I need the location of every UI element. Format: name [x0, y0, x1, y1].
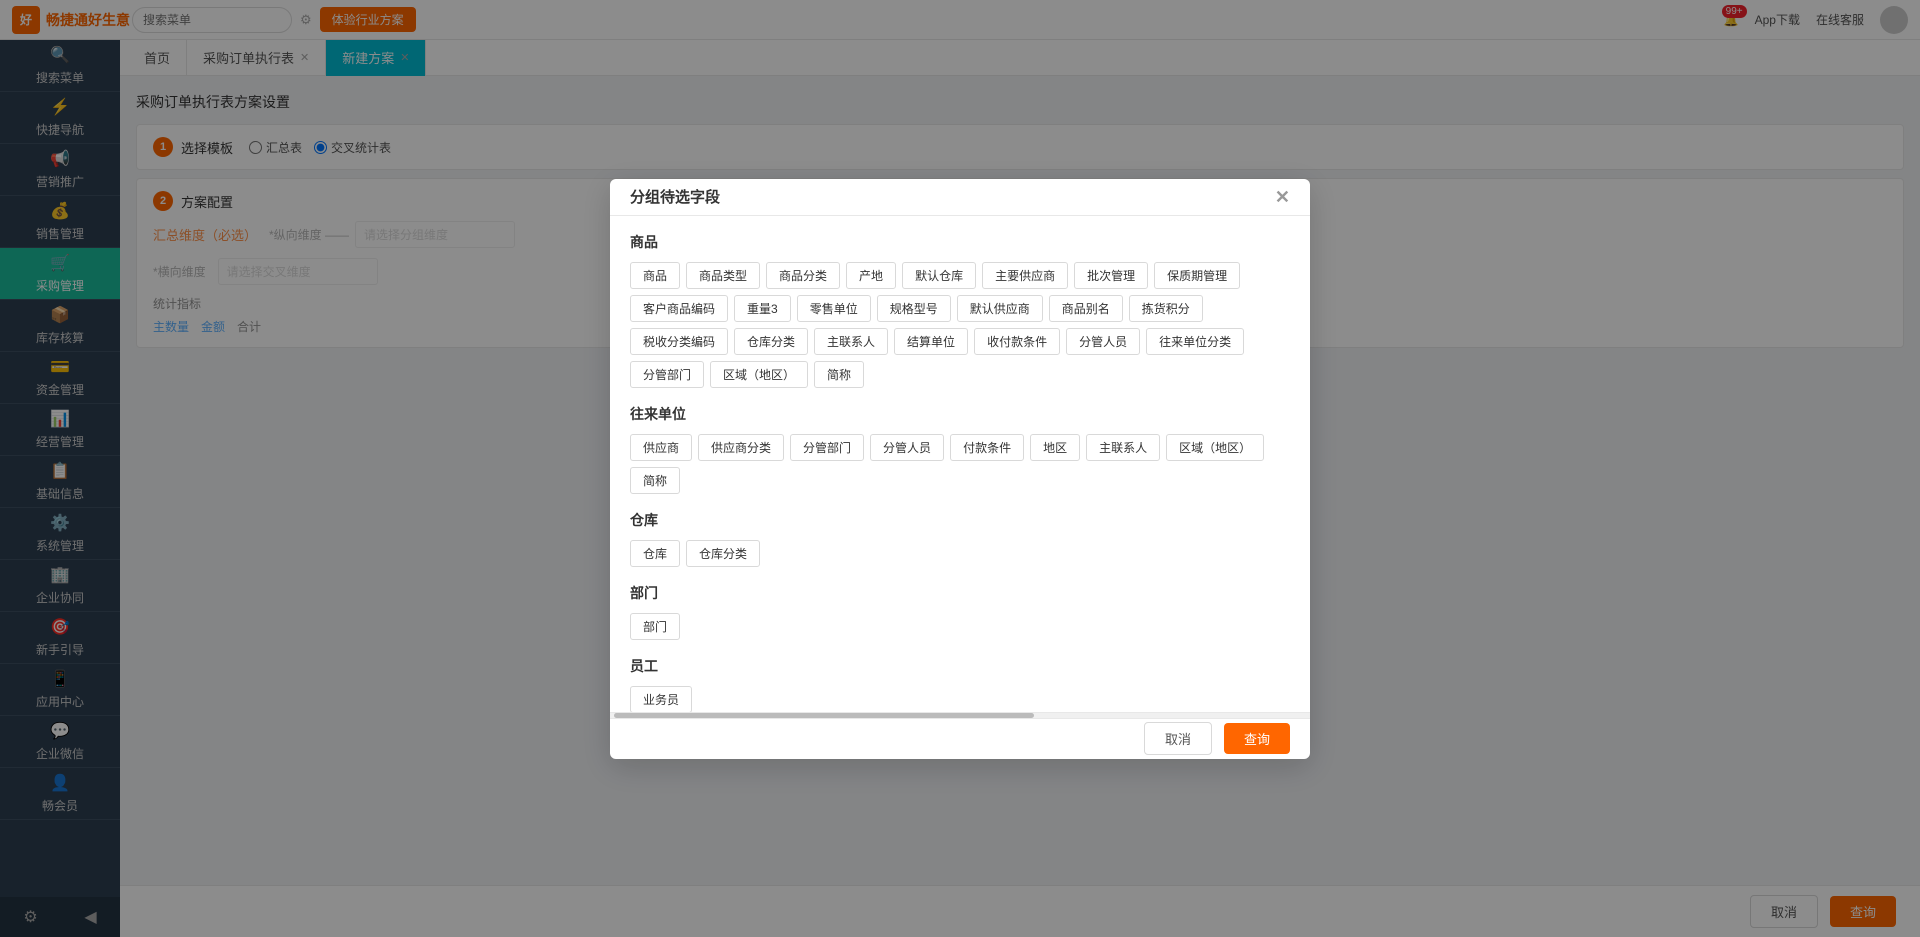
modal-footer: 取消 查询 — [610, 718, 1310, 758]
counterpart-section-title: 往来单位 — [630, 404, 1290, 424]
field-tag[interactable]: 主联系人 — [1086, 434, 1160, 461]
field-tag[interactable]: 商品分类 — [766, 262, 840, 289]
employee-section-title: 员工 — [630, 656, 1290, 676]
field-tag[interactable]: 分管人员 — [870, 434, 944, 461]
field-tag[interactable]: 业务员 — [630, 686, 692, 713]
field-tag[interactable]: 结算单位 — [894, 328, 968, 355]
field-tag[interactable]: 收付款条件 — [974, 328, 1060, 355]
goods-field-tags: 商品 商品类型 商品分类 产地 默认仓库 主要供应商 批次管理 保质期管理 客户… — [630, 262, 1290, 388]
field-tag[interactable]: 拣货积分 — [1129, 295, 1203, 322]
field-tag[interactable]: 付款条件 — [950, 434, 1024, 461]
field-tag[interactable]: 区域（地区） — [1166, 434, 1264, 461]
field-tag[interactable]: 默认仓库 — [902, 262, 976, 289]
field-tag[interactable]: 产地 — [846, 262, 896, 289]
warehouse-field-tags: 仓库 仓库分类 — [630, 540, 1290, 567]
department-section-title: 部门 — [630, 583, 1290, 603]
field-tag[interactable]: 供应商 — [630, 434, 692, 461]
warehouse-section-title: 仓库 — [630, 510, 1290, 530]
field-tag[interactable]: 主联系人 — [814, 328, 888, 355]
counterpart-field-tags: 供应商 供应商分类 分管部门 分管人员 付款条件 地区 主联系人 区域（地区） … — [630, 434, 1290, 494]
warehouse-section: 仓库 仓库 仓库分类 — [630, 510, 1290, 567]
field-tag[interactable]: 商品 — [630, 262, 680, 289]
department-field-tags: 部门 — [630, 613, 1290, 640]
counterpart-section: 往来单位 供应商 供应商分类 分管部门 分管人员 付款条件 地区 主联系人 区域… — [630, 404, 1290, 494]
field-tag[interactable]: 默认供应商 — [957, 295, 1043, 322]
field-tag[interactable]: 保质期管理 — [1154, 262, 1240, 289]
employee-section: 员工 业务员 — [630, 656, 1290, 713]
modal-confirm-button[interactable]: 查询 — [1224, 723, 1290, 754]
employee-field-tags: 业务员 — [630, 686, 1290, 713]
field-tag[interactable]: 分管人员 — [1066, 328, 1140, 355]
field-tag[interactable]: 地区 — [1030, 434, 1080, 461]
modal-cancel-button[interactable]: 取消 — [1144, 722, 1212, 755]
field-tag[interactable]: 税收分类编码 — [630, 328, 728, 355]
field-tag[interactable]: 重量3 — [734, 295, 791, 322]
field-tag[interactable]: 部门 — [630, 613, 680, 640]
goods-section-title: 商品 — [630, 232, 1290, 252]
field-tag[interactable]: 零售单位 — [797, 295, 871, 322]
modal-close-button[interactable]: ✕ — [1275, 188, 1290, 206]
field-tag[interactable]: 区域（地区） — [710, 361, 808, 388]
field-tag[interactable]: 往来单位分类 — [1146, 328, 1244, 355]
field-tag[interactable]: 仓库分类 — [686, 540, 760, 567]
field-tag[interactable]: 主要供应商 — [982, 262, 1068, 289]
field-tag[interactable]: 分管部门 — [630, 361, 704, 388]
department-section: 部门 部门 — [630, 583, 1290, 640]
field-tag[interactable]: 商品别名 — [1049, 295, 1123, 322]
field-tag[interactable]: 客户商品编码 — [630, 295, 728, 322]
modal-header: 分组待选字段 ✕ — [610, 179, 1310, 216]
field-tag[interactable]: 批次管理 — [1074, 262, 1148, 289]
modal-overlay: 分组待选字段 ✕ 商品 商品 商品类型 商品分类 产地 默认仓库 主要供应商 批… — [0, 0, 1920, 937]
field-tag[interactable]: 仓库 — [630, 540, 680, 567]
field-tag[interactable]: 规格型号 — [877, 295, 951, 322]
field-tag[interactable]: 仓库分类 — [734, 328, 808, 355]
field-tag[interactable]: 商品类型 — [686, 262, 760, 289]
field-tag[interactable]: 分管部门 — [790, 434, 864, 461]
modal-body: 商品 商品 商品类型 商品分类 产地 默认仓库 主要供应商 批次管理 保质期管理… — [610, 216, 1310, 713]
field-tag[interactable]: 供应商分类 — [698, 434, 784, 461]
field-tag[interactable]: 简称 — [814, 361, 864, 388]
field-select-modal: 分组待选字段 ✕ 商品 商品 商品类型 商品分类 产地 默认仓库 主要供应商 批… — [610, 179, 1310, 759]
modal-title: 分组待选字段 — [630, 186, 720, 207]
field-tag[interactable]: 简称 — [630, 467, 680, 494]
goods-section: 商品 商品 商品类型 商品分类 产地 默认仓库 主要供应商 批次管理 保质期管理… — [630, 232, 1290, 388]
